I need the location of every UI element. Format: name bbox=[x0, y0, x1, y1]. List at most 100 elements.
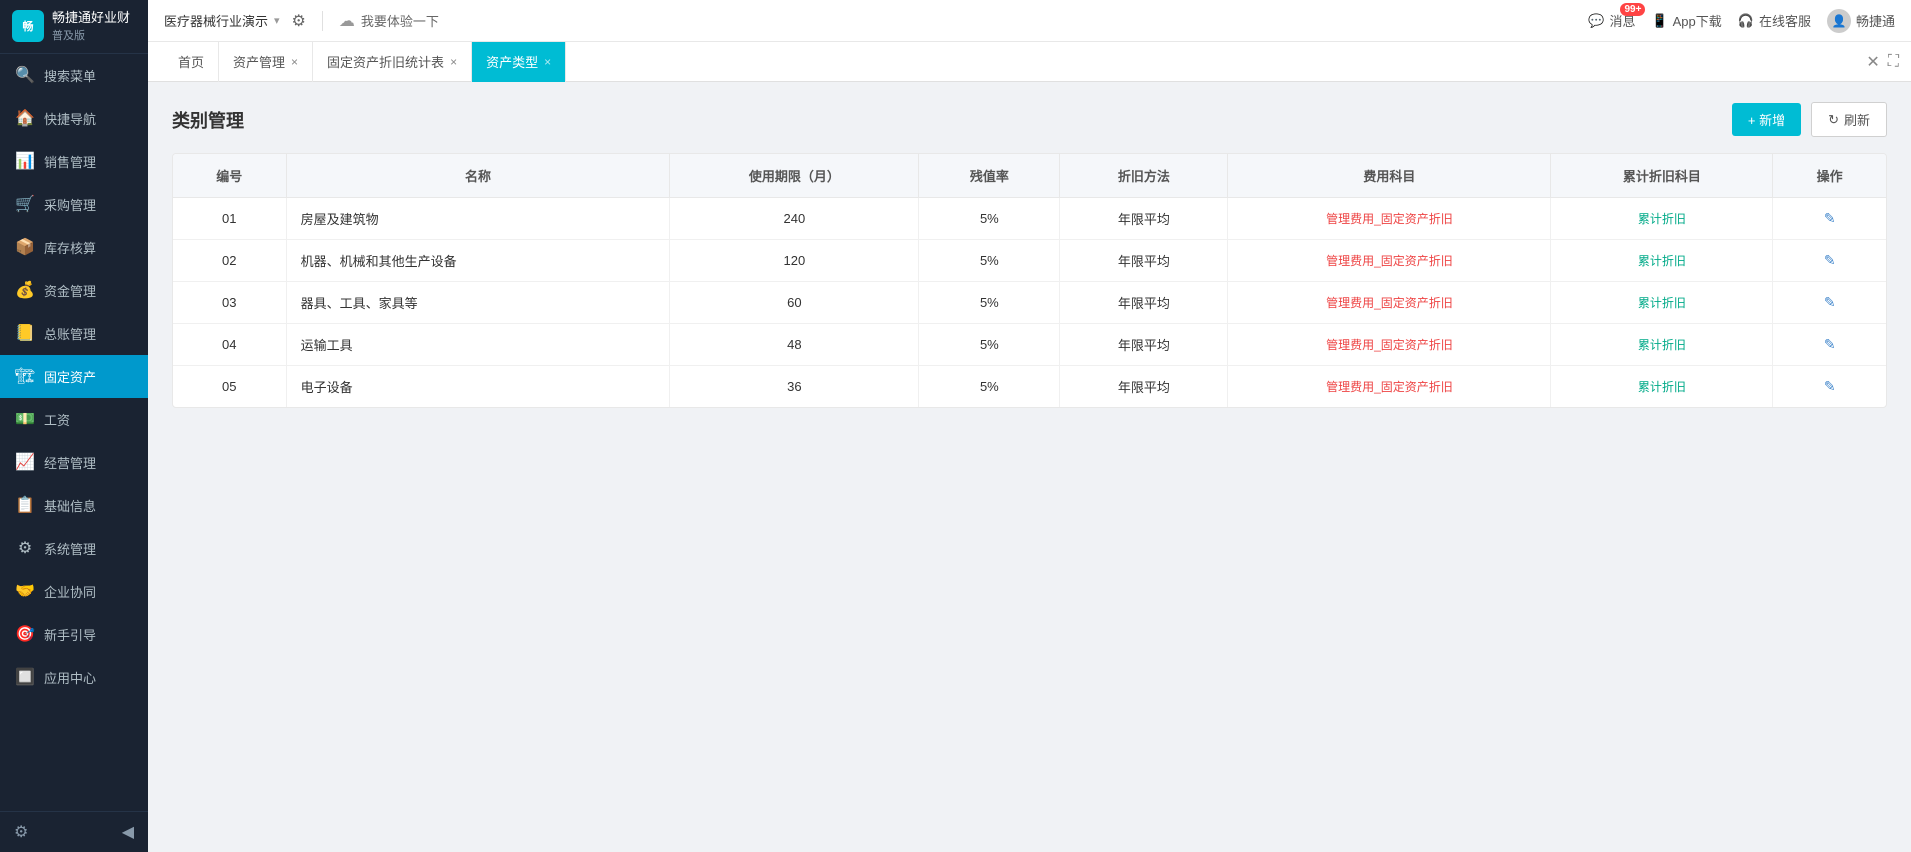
tab-home[interactable]: 首页 bbox=[164, 42, 219, 82]
settings-icon[interactable]: ⚙ bbox=[14, 822, 28, 842]
tab-label-home: 首页 bbox=[178, 52, 204, 71]
col-residual: 残值率 bbox=[919, 154, 1060, 198]
sidebar-label-purchase: 采购管理 bbox=[44, 195, 96, 214]
sidebar-bottom: ⚙ ◀ bbox=[0, 811, 148, 852]
company-selector[interactable]: 医疗器械行业演示 ▾ bbox=[164, 11, 280, 30]
app-download-button[interactable]: 📱 App下载 bbox=[1651, 11, 1721, 30]
sidebar-label-sales: 销售管理 bbox=[44, 152, 96, 171]
cell-expense: 管理费用_固定资产折旧 bbox=[1228, 366, 1551, 408]
sidebar-item-enterprise[interactable]: 🤝 企业协同 bbox=[0, 570, 148, 613]
cell-life: 48 bbox=[670, 324, 919, 366]
cell-action: ✎ bbox=[1773, 324, 1886, 366]
sidebar-item-fixed[interactable]: 🏗 固定资产 bbox=[0, 355, 148, 398]
sidebar-label-ledger: 总账管理 bbox=[44, 324, 96, 343]
expand-icon[interactable]: ⛶ bbox=[1888, 53, 1899, 71]
sales-icon: 📊 bbox=[16, 152, 34, 170]
sidebar-item-basic[interactable]: 📋 基础信息 bbox=[0, 484, 148, 527]
sidebar-label-system: 系统管理 bbox=[44, 539, 96, 558]
col-expense: 费用科目 bbox=[1228, 154, 1551, 198]
edit-icon[interactable]: ✎ bbox=[1824, 294, 1836, 310]
online-service-button[interactable]: 🎧 在线客服 bbox=[1738, 11, 1811, 30]
close-panel-icon[interactable]: ✕ bbox=[1866, 52, 1879, 72]
sidebar-item-sales[interactable]: 📊 销售管理 bbox=[0, 140, 148, 183]
new-button[interactable]: + 新增 bbox=[1732, 103, 1801, 136]
cell-residual: 5% bbox=[919, 240, 1060, 282]
col-name: 名称 bbox=[286, 154, 670, 198]
tab-close-assets[interactable]: × bbox=[291, 55, 298, 69]
cell-action: ✎ bbox=[1773, 198, 1886, 240]
experience-button[interactable]: ☁ 我要体验一下 bbox=[339, 11, 439, 31]
tab-label-assettype: 资产类型 bbox=[486, 52, 538, 71]
sidebar-label-inventory: 库存核算 bbox=[44, 238, 96, 257]
cell-life: 60 bbox=[670, 282, 919, 324]
sidebar-label-apps: 应用中心 bbox=[44, 668, 96, 687]
sidebar-logo: 畅 畅捷通好业财 普及版 bbox=[0, 0, 148, 54]
messages-badge: 99+ bbox=[1620, 3, 1645, 16]
sidebar-item-system[interactable]: ⚙ 系统管理 bbox=[0, 527, 148, 570]
username: 畅捷通 bbox=[1856, 11, 1895, 30]
col-action: 操作 bbox=[1773, 154, 1886, 198]
refresh-button[interactable]: ↻ 刷新 bbox=[1811, 102, 1887, 137]
cell-accum: 累计折旧 bbox=[1551, 324, 1773, 366]
tab-assettype[interactable]: 资产类型 × bbox=[472, 42, 566, 82]
sidebar-item-guide[interactable]: 🎯 新手引导 bbox=[0, 613, 148, 656]
cell-method: 年限平均 bbox=[1060, 324, 1228, 366]
tab-close-depreciation[interactable]: × bbox=[450, 55, 457, 69]
page-header: 类别管理 + 新增 ↻ 刷新 bbox=[172, 102, 1887, 137]
table-row: 05电子设备365%年限平均管理费用_固定资产折旧累计折旧✎ bbox=[173, 366, 1886, 408]
table-row: 01房屋及建筑物2405%年限平均管理费用_固定资产折旧累计折旧✎ bbox=[173, 198, 1886, 240]
sidebar-item-operations[interactable]: 📈 经营管理 bbox=[0, 441, 148, 484]
edit-icon[interactable]: ✎ bbox=[1824, 252, 1836, 268]
sidebar-nav: 🔍 搜索菜单 🏠 快捷导航 📊 销售管理 🛒 采购管理 📦 库存核算 💰 资金管… bbox=[0, 54, 148, 811]
cell-action: ✎ bbox=[1773, 282, 1886, 324]
collapse-icon[interactable]: ◀ bbox=[122, 822, 134, 842]
cell-life: 120 bbox=[670, 240, 919, 282]
app-download-label: App下载 bbox=[1673, 11, 1722, 30]
apps-icon: 🔲 bbox=[16, 668, 34, 686]
cell-code: 03 bbox=[173, 282, 286, 324]
sidebar-label-guide: 新手引导 bbox=[44, 625, 96, 644]
tab-close-assettype[interactable]: × bbox=[544, 55, 551, 69]
sidebar-item-search[interactable]: 🔍 搜索菜单 bbox=[0, 54, 148, 97]
basic-icon: 📋 bbox=[16, 496, 34, 514]
tab-assets[interactable]: 资产管理× bbox=[219, 42, 313, 82]
cell-expense: 管理费用_固定资产折旧 bbox=[1228, 324, 1551, 366]
cell-action: ✎ bbox=[1773, 240, 1886, 282]
user-menu[interactable]: 👤 畅捷通 bbox=[1827, 9, 1895, 33]
asset-type-table: 编号名称使用期限（月）残值率折旧方法费用科目累计折旧科目操作 01房屋及建筑物2… bbox=[172, 153, 1887, 408]
edit-icon[interactable]: ✎ bbox=[1824, 378, 1836, 394]
cell-code: 04 bbox=[173, 324, 286, 366]
sidebar-item-ledger[interactable]: 📒 总账管理 bbox=[0, 312, 148, 355]
cell-method: 年限平均 bbox=[1060, 240, 1228, 282]
message-icon: 💬 bbox=[1588, 13, 1604, 29]
topbar-divider bbox=[322, 11, 323, 31]
cell-residual: 5% bbox=[919, 324, 1060, 366]
sidebar-item-quicknav[interactable]: 🏠 快捷导航 bbox=[0, 97, 148, 140]
tabs-right: ✕ ⛶ bbox=[1866, 52, 1911, 72]
cell-name: 运输工具 bbox=[286, 324, 670, 366]
cell-residual: 5% bbox=[919, 198, 1060, 240]
edit-icon[interactable]: ✎ bbox=[1824, 336, 1836, 352]
cell-accum: 累计折旧 bbox=[1551, 198, 1773, 240]
sidebar-item-apps[interactable]: 🔲 应用中心 bbox=[0, 656, 148, 699]
cell-name: 房屋及建筑物 bbox=[286, 198, 670, 240]
cell-expense: 管理费用_固定资产折旧 bbox=[1228, 240, 1551, 282]
edit-icon[interactable]: ✎ bbox=[1824, 210, 1836, 226]
content-area: 类别管理 + 新增 ↻ 刷新 编号名称使用期限（月）残值率折旧方法费用科目累计折… bbox=[148, 82, 1911, 852]
topbar-gear-icon[interactable]: ⚙ bbox=[292, 11, 306, 31]
cell-name: 电子设备 bbox=[286, 366, 670, 408]
sidebar-item-funds[interactable]: 💰 资金管理 bbox=[0, 269, 148, 312]
sidebar-item-purchase[interactable]: 🛒 采购管理 bbox=[0, 183, 148, 226]
cell-method: 年限平均 bbox=[1060, 366, 1228, 408]
col-code: 编号 bbox=[173, 154, 286, 198]
tab-label-depreciation: 固定资产折旧统计表 bbox=[327, 52, 444, 71]
sidebar-label-funds: 资金管理 bbox=[44, 281, 96, 300]
messages-button[interactable]: 💬 消息 99+ bbox=[1588, 11, 1635, 30]
tab-depreciation[interactable]: 固定资产折旧统计表 × bbox=[313, 42, 472, 82]
main-area: 医疗器械行业演示 ▾ ⚙ ☁ 我要体验一下 💬 消息 99+ 📱 App下载 🎧… bbox=[148, 0, 1911, 852]
cell-life: 36 bbox=[670, 366, 919, 408]
online-service-label: 在线客服 bbox=[1759, 11, 1811, 30]
sidebar-item-payroll[interactable]: 💵 工资 bbox=[0, 398, 148, 441]
sidebar-label-fixed: 固定资产 bbox=[44, 367, 96, 386]
sidebar-item-inventory[interactable]: 📦 库存核算 bbox=[0, 226, 148, 269]
